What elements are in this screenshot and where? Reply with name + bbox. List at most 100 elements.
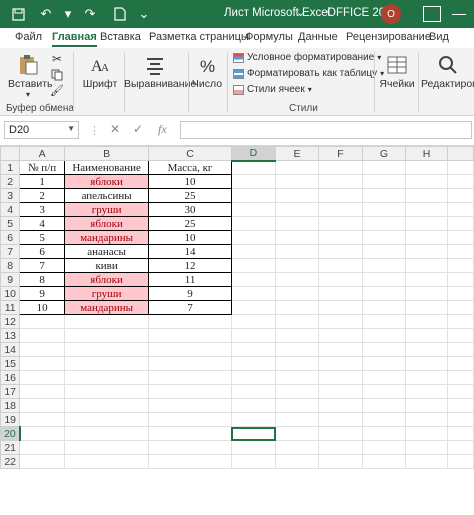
cell[interactable] — [362, 398, 406, 413]
row-header[interactable]: 12 — [0, 314, 21, 329]
cell[interactable] — [230, 454, 277, 469]
cells-button[interactable]: Ячейки — [378, 54, 416, 90]
chevron-down-icon[interactable]: ▼ — [67, 124, 75, 133]
alignment-button[interactable]: Выравнивание — [124, 54, 196, 90]
cell[interactable] — [447, 314, 474, 329]
row-header[interactable]: 17 — [0, 384, 21, 399]
cell[interactable] — [362, 286, 406, 301]
cell[interactable] — [148, 398, 232, 413]
cell[interactable] — [19, 328, 65, 343]
row-header[interactable]: 21 — [0, 440, 21, 455]
name-box[interactable]: D20 ▼ — [4, 121, 79, 139]
product-name-cell[interactable]: мандарины — [63, 230, 150, 245]
cell[interactable] — [230, 286, 277, 301]
mass-cell[interactable]: 10 — [148, 174, 232, 189]
cell[interactable] — [404, 314, 449, 329]
row-header[interactable]: 13 — [0, 328, 21, 343]
cell[interactable] — [317, 286, 364, 301]
row-header[interactable]: 10 — [0, 286, 21, 301]
product-name-cell[interactable]: груши — [63, 286, 150, 301]
cell[interactable] — [362, 300, 406, 315]
product-name-cell[interactable]: яблоки — [63, 174, 150, 189]
cell[interactable] — [404, 426, 449, 441]
cell[interactable] — [317, 216, 364, 231]
cell[interactable] — [317, 426, 364, 441]
cell[interactable] — [148, 314, 232, 329]
cell[interactable] — [404, 328, 449, 343]
cell[interactable] — [447, 384, 474, 399]
cell[interactable] — [230, 258, 277, 273]
mass-cell[interactable]: 14 — [148, 244, 232, 259]
title-dropdown-icon[interactable]: ⌄ — [296, 6, 305, 19]
cell[interactable] — [317, 314, 364, 329]
cell[interactable] — [230, 300, 277, 315]
cell[interactable] — [19, 342, 65, 357]
product-name-cell[interactable]: киви — [63, 258, 150, 273]
cell[interactable] — [404, 188, 449, 203]
cell[interactable] — [63, 384, 150, 399]
cell[interactable] — [148, 426, 232, 441]
cell[interactable] — [404, 398, 449, 413]
spreadsheet-grid[interactable]: A B C D E F G H 1 № п/п Наименование Масса,… — [0, 146, 474, 515]
mass-cell[interactable]: 25 — [148, 188, 232, 203]
cell[interactable] — [148, 342, 232, 357]
row-header[interactable]: 6 — [0, 230, 21, 245]
tab-insert[interactable]: Вставка — [100, 31, 141, 43]
row-number-cell[interactable]: 8 — [19, 272, 65, 287]
cell[interactable] — [317, 230, 364, 245]
cell[interactable] — [362, 188, 406, 203]
cell[interactable] — [63, 314, 150, 329]
cell[interactable] — [404, 300, 449, 315]
cell[interactable] — [362, 342, 406, 357]
cell[interactable] — [230, 202, 277, 217]
column-header-e[interactable]: E — [275, 146, 319, 161]
cell-styles-button[interactable]: Стили ячеек ▾ — [233, 84, 312, 95]
cell[interactable] — [230, 160, 277, 175]
product-name-cell[interactable]: груши — [63, 202, 150, 217]
cell[interactable] — [447, 244, 474, 259]
cell[interactable] — [317, 258, 364, 273]
row-header[interactable]: 20 — [0, 426, 21, 441]
tab-data[interactable]: Данные — [298, 31, 338, 43]
cell[interactable] — [404, 230, 449, 245]
cell[interactable] — [404, 272, 449, 287]
paste-button[interactable]: Вставить ▾ — [8, 54, 53, 99]
cell[interactable] — [317, 440, 364, 455]
cell[interactable] — [362, 356, 406, 371]
cell[interactable] — [63, 356, 150, 371]
editing-button[interactable]: Редактирова — [421, 54, 474, 90]
cell[interactable] — [404, 216, 449, 231]
product-name-cell[interactable]: яблоки — [63, 272, 150, 287]
mass-cell[interactable]: 25 — [148, 216, 232, 231]
cell[interactable] — [317, 188, 364, 203]
cell[interactable] — [275, 426, 319, 441]
column-header-c[interactable]: C — [148, 146, 232, 161]
row-header[interactable]: 1 — [0, 160, 21, 175]
cell[interactable] — [148, 454, 232, 469]
cell[interactable] — [317, 356, 364, 371]
cell[interactable] — [275, 370, 319, 385]
cell[interactable] — [447, 300, 474, 315]
tab-review[interactable]: Рецензирование — [346, 31, 431, 43]
redo-icon[interactable]: ↷ — [80, 4, 100, 24]
product-name-cell[interactable]: яблоки — [63, 216, 150, 231]
cell[interactable] — [19, 454, 65, 469]
cell[interactable] — [317, 384, 364, 399]
row-number-cell[interactable]: 5 — [19, 230, 65, 245]
cell[interactable] — [447, 188, 474, 203]
cell[interactable] — [148, 412, 232, 427]
cell[interactable] — [447, 258, 474, 273]
cell[interactable] — [275, 258, 319, 273]
column-header-b[interactable]: B — [63, 146, 150, 161]
cell[interactable] — [447, 440, 474, 455]
product-name-cell[interactable]: апельсины — [63, 188, 150, 203]
product-name-cell[interactable]: мандарины — [63, 300, 150, 315]
undo-icon[interactable]: ↶ — [36, 4, 56, 24]
cell[interactable] — [317, 370, 364, 385]
cell[interactable] — [362, 384, 406, 399]
cell[interactable] — [19, 426, 65, 441]
row-header[interactable]: 16 — [0, 370, 21, 385]
save-icon[interactable] — [8, 4, 28, 24]
cell[interactable] — [447, 230, 474, 245]
row-header[interactable]: 18 — [0, 398, 21, 413]
